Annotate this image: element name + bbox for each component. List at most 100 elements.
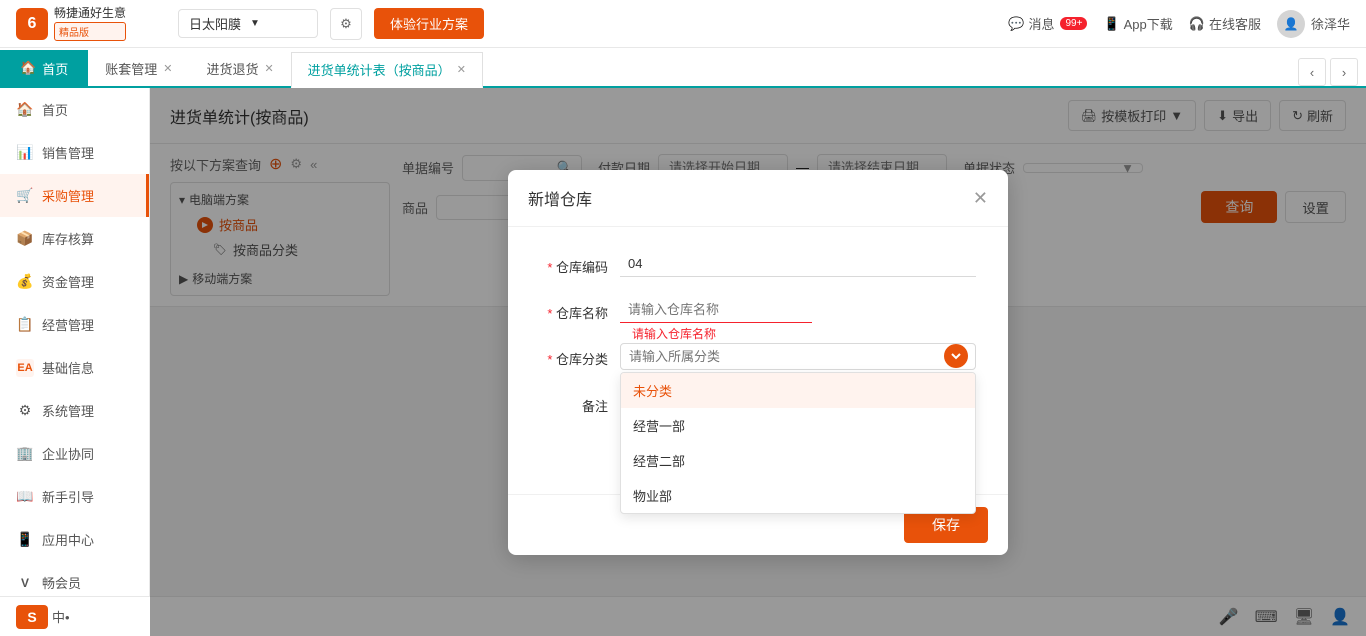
code-input[interactable] <box>620 251 976 277</box>
modal-overlay[interactable]: 新增仓库 ✕ 仓库编码 仓库名称 <box>150 88 1366 636</box>
content-area: 进货单统计(按商品) 🖨 按模板打印 ▼ ⬇ 导出 ↻ 刷新 <box>150 88 1366 636</box>
logo-text: 畅捷通好生意 <box>54 6 126 22</box>
sidebar-label: 采购管理 <box>42 186 94 205</box>
dropdown-item-property[interactable]: 物业部 <box>621 478 975 513</box>
tab-purchase-return-label: 进货退货 <box>206 59 258 78</box>
finance-icon: 💰 <box>16 273 34 291</box>
tab-close-icon[interactable]: ✕ <box>457 63 466 76</box>
home-icon: 🏠 <box>16 101 34 119</box>
sidebar-label: 首页 <box>42 100 68 119</box>
sidebar-label: 畅会员 <box>42 573 81 592</box>
sidebar-item-purchase[interactable]: 🛒 采购管理 <box>0 174 149 217</box>
sidebar-label: 经营管理 <box>42 315 94 334</box>
sidebar-label: 库存核算 <box>42 229 94 248</box>
tab-close-icon[interactable]: ✕ <box>264 62 273 75</box>
modal-title: 新增仓库 <box>528 186 592 210</box>
tab-purchase-stats[interactable]: 进货单统计表（按商品） ✕ <box>291 52 483 88</box>
footer-logo: S 中• <box>16 605 70 629</box>
user-name: 徐泽华 <box>1311 14 1350 33</box>
avatar: 👤 <box>1277 10 1305 38</box>
user-area[interactable]: 👤 徐泽华 <box>1277 10 1350 38</box>
sidebar-item-system[interactable]: ⚙ 系统管理 <box>0 389 149 432</box>
operations-icon: 📋 <box>16 316 34 334</box>
sales-icon: 📊 <box>16 144 34 162</box>
message-group[interactable]: 💬 消息 99+ <box>1008 14 1087 33</box>
tab-close-icon[interactable]: ✕ <box>163 62 172 75</box>
vip-icon: V <box>16 574 34 592</box>
footer-brand: 中• <box>52 607 70 626</box>
modal-close-button[interactable]: ✕ <box>973 189 988 207</box>
tab-accounts[interactable]: 账套管理 ✕ <box>88 50 189 86</box>
header-right: 💬 消息 99+ 📱 App下载 🎧 在线客服 👤 徐泽华 <box>1008 10 1350 38</box>
sidebar-item-guide[interactable]: 📖 新手引导 <box>0 475 149 518</box>
tab-home[interactable]: 🏠 首页 <box>0 50 88 86</box>
purchase-icon: 🛒 <box>16 187 34 205</box>
sidebar-label: 新手引导 <box>42 487 94 506</box>
add-warehouse-modal: 新增仓库 ✕ 仓库编码 仓库名称 <box>508 170 1008 555</box>
tab-prev-button[interactable]: ‹ <box>1298 58 1326 86</box>
sidebar-item-enterprise[interactable]: 🏢 企业协同 <box>0 432 149 475</box>
category-select-wrap: 未分类 经营一部 经营二部 物业部 <box>620 343 976 370</box>
sidebar-label: 企业协同 <box>42 444 94 463</box>
tab-purchase-return[interactable]: 进货退货 ✕ <box>189 50 290 86</box>
sidebar-label: 系统管理 <box>42 401 94 420</box>
message-icon: 💬 <box>1008 16 1024 32</box>
sidebar-item-home[interactable]: 🏠 首页 <box>0 88 149 131</box>
phone-icon: 📱 <box>1103 16 1119 32</box>
settings-icon[interactable]: ⚙ <box>330 8 362 40</box>
category-input[interactable] <box>620 343 976 370</box>
trial-button[interactable]: 体验行业方案 <box>374 8 484 39</box>
guide-icon: 📖 <box>16 488 34 506</box>
tab-home-label: 首页 <box>42 59 68 78</box>
sidebar-label: 销售管理 <box>42 143 94 162</box>
service-label: 在线客服 <box>1209 14 1261 33</box>
code-label: 仓库编码 <box>540 251 620 276</box>
category-label: 仓库分类 <box>540 343 620 368</box>
s-logo-icon: S <box>16 605 48 629</box>
warehouse-code-row: 仓库编码 <box>540 251 976 277</box>
category-dropdown: 未分类 经营一部 经营二部 物业部 <box>620 372 976 514</box>
top-header: 6 畅捷通好生意 精品版 日太阳膜 ▼ ⚙ 体验行业方案 💬 消息 99+ 📱 … <box>0 0 1366 48</box>
sidebar-item-inventory[interactable]: 📦 库存核算 <box>0 217 149 260</box>
selector-chevron-icon: ▼ <box>250 18 307 29</box>
modal-header: 新增仓库 ✕ <box>508 170 1008 227</box>
app-download-label: App下载 <box>1124 14 1173 33</box>
message-badge: 99+ <box>1060 17 1087 30</box>
dropdown-item-dept2[interactable]: 经营二部 <box>621 443 975 478</box>
service-group[interactable]: 🎧 在线客服 <box>1189 14 1261 33</box>
store-selector[interactable]: 日太阳膜 ▼ <box>178 9 318 38</box>
dropdown-item-dept1[interactable]: 经营一部 <box>621 408 975 443</box>
logo-badge: 精品版 <box>54 22 126 41</box>
main-layout: 🏠 首页 📊 销售管理 🛒 采购管理 📦 库存核算 💰 资金管理 📋 经营管理 … <box>0 88 1366 636</box>
name-input-row: 仓库名称 <box>540 297 812 323</box>
category-dropdown-toggle[interactable] <box>944 344 968 368</box>
store-name: 日太阳膜 <box>189 14 246 33</box>
tab-accounts-label: 账套管理 <box>105 59 157 78</box>
home-icon: 🏠 <box>20 60 36 76</box>
message-label: 消息 <box>1028 14 1054 33</box>
basic-info-icon: EA <box>16 359 34 377</box>
sidebar-item-app-center[interactable]: 📱 应用中心 <box>0 518 149 561</box>
app-download-group[interactable]: 📱 App下载 <box>1103 14 1172 33</box>
tab-next-button[interactable]: › <box>1330 58 1358 86</box>
dropdown-item-uncategorized[interactable]: 未分类 <box>621 373 975 408</box>
tab-purchase-stats-label: 进货单统计表（按商品） <box>308 60 451 79</box>
sidebar-item-basic-info[interactable]: EA 基础信息 <box>0 346 149 389</box>
warehouse-category-row: 仓库分类 未分类 经营一部 经营二部 物业部 <box>540 343 976 370</box>
modal-body: 仓库编码 仓库名称 请输入仓库名称 仓库分类 <box>508 227 1008 494</box>
name-label: 仓库名称 <box>540 297 620 322</box>
sidebar-item-operations[interactable]: 📋 经营管理 <box>0 303 149 346</box>
enterprise-icon: 🏢 <box>16 445 34 463</box>
sidebar-label: 应用中心 <box>42 530 94 549</box>
sidebar-item-sales[interactable]: 📊 销售管理 <box>0 131 149 174</box>
inventory-icon: 📦 <box>16 230 34 248</box>
sidebar-label: 基础信息 <box>42 358 94 377</box>
sidebar-item-finance[interactable]: 💰 资金管理 <box>0 260 149 303</box>
remark-label: 备注 <box>540 390 620 415</box>
tab-bar: 🏠 首页 账套管理 ✕ 进货退货 ✕ 进货单统计表（按商品） ✕ ‹ › <box>0 48 1366 88</box>
system-icon: ⚙ <box>16 402 34 420</box>
app-center-icon: 📱 <box>16 531 34 549</box>
sidebar-label: 资金管理 <box>42 272 94 291</box>
logo-area: 6 畅捷通好生意 精品版 <box>16 6 166 41</box>
name-input[interactable] <box>620 297 812 323</box>
